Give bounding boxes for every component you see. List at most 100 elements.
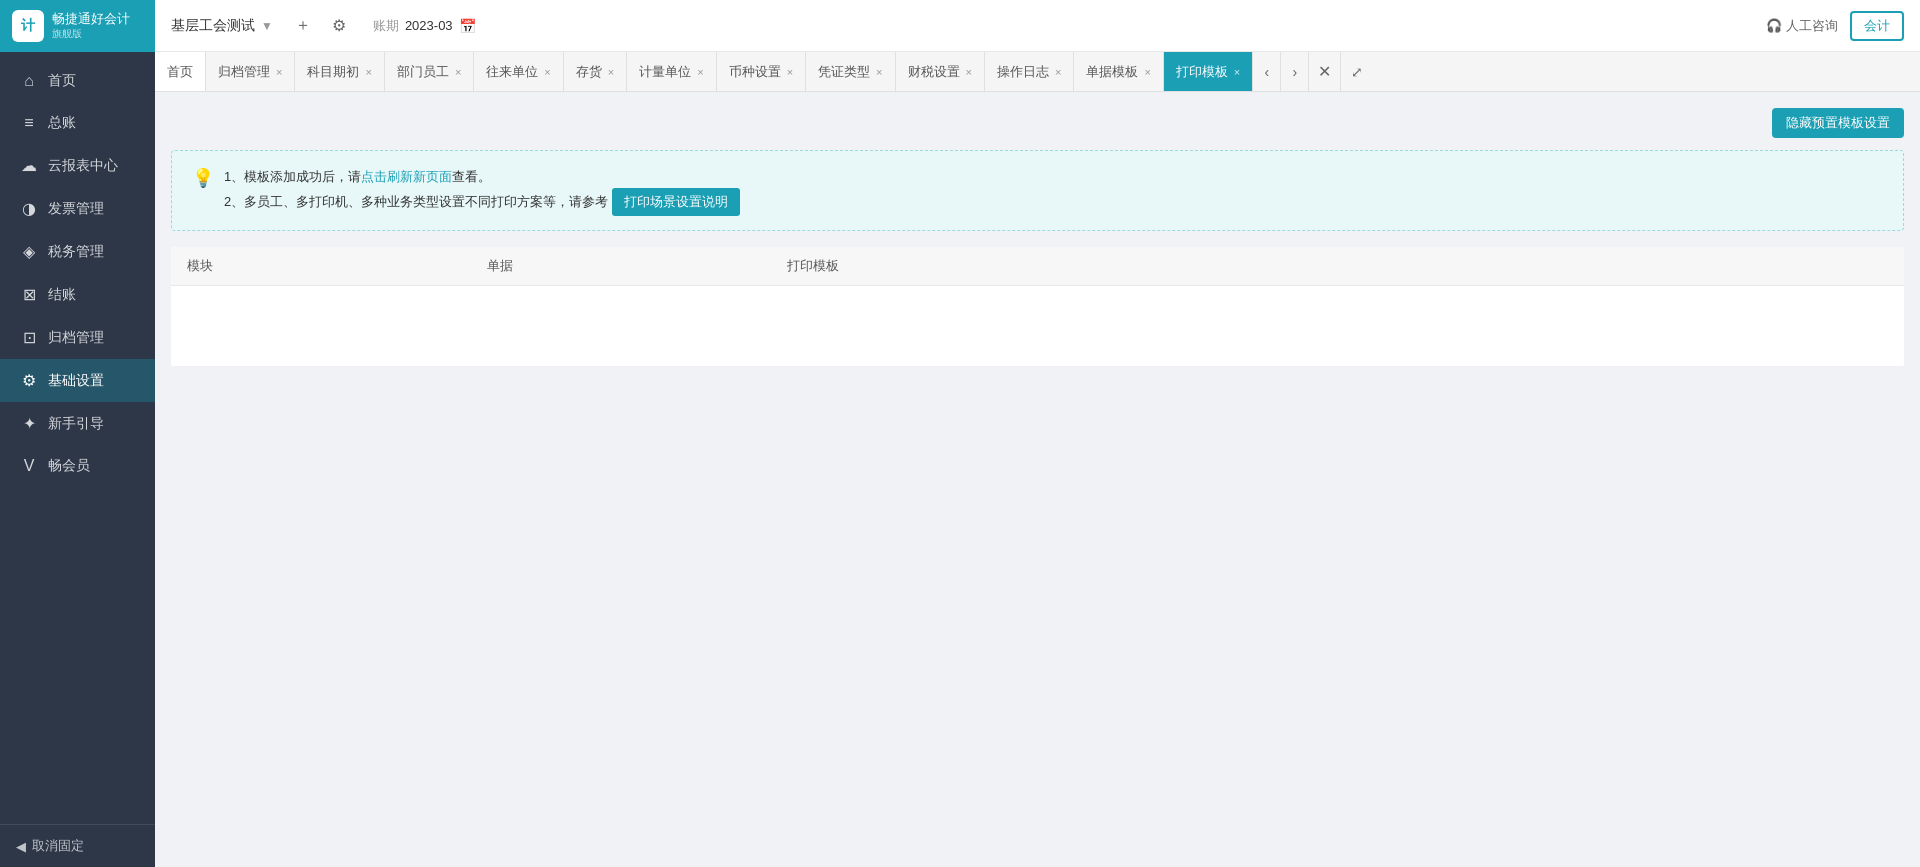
sidebar-item-ledger[interactable]: ≡ 总账 xyxy=(0,102,155,144)
tab-expand-button[interactable]: ⤢ xyxy=(1341,52,1373,92)
period-label: 账期 xyxy=(373,17,399,35)
info-line1-prefix: 1、模板添加成功后，请 xyxy=(224,169,361,184)
unpin-icon: ◀ xyxy=(16,839,26,854)
sidebar-label-ledger: 总账 xyxy=(48,114,76,132)
tab-next-button[interactable]: › xyxy=(1281,52,1309,92)
tab-label-home: 首页 xyxy=(167,63,193,81)
col-module: 模块 xyxy=(171,257,471,275)
period-display: 账期 2023-03 📅 xyxy=(373,17,476,35)
sidebar-item-archive[interactable]: ⊡ 归档管理 xyxy=(0,316,155,359)
tab-inventory[interactable]: 存货 × xyxy=(564,52,627,92)
period-value: 2023-03 xyxy=(405,18,453,33)
tab-close-print-tpl[interactable]: × xyxy=(1234,66,1240,78)
sidebar-nav: ⌂ 首页 ≡ 总账 ☁ 云报表中心 ◑ 发票管理 ◈税务管理⊠结账 ⊡ 归档管理 ⚙基础设置 ✦ 新手引导… xyxy=(0,52,155,824)
sidebar-item-report[interactable]: ☁ 云报表中心 xyxy=(0,144,155,187)
sidebar-unpin[interactable]: ◀ 取消固定 xyxy=(0,824,155,867)
tab-account-init[interactable]: 科目期初 × xyxy=(295,52,384,92)
sidebar-label-report: 云报表中心 xyxy=(48,157,118,175)
tab-label-tax-setting: 财税设置 xyxy=(908,63,960,81)
sidebar-item-home[interactable]: ⌂ 首页 xyxy=(0,60,155,102)
sidebar-item-member[interactable]: V畅会员 xyxy=(0,445,155,487)
bulb-icon: 💡 xyxy=(192,167,214,189)
sidebar-item-closing[interactable]: ⊠结账 xyxy=(0,273,155,316)
tab-label-unit: 计量单位 xyxy=(639,63,691,81)
tab-currency[interactable]: 币种设置 × xyxy=(717,52,806,92)
main-area: 基层工会测试 ▼ ＋ ⚙ 账期 2023-03 📅 🎧 人工咨询 会计 首页归档… xyxy=(155,0,1920,867)
refresh-link[interactable]: 点击刷新新页面 xyxy=(361,169,452,184)
tab-prev-button[interactable]: ‹ xyxy=(1253,52,1281,92)
tab-label-op-log: 操作日志 xyxy=(997,63,1049,81)
tab-close-archive[interactable]: × xyxy=(276,66,282,78)
tab-label-dept-staff: 部门员工 xyxy=(397,63,449,81)
tab-tax-setting[interactable]: 财税设置 × xyxy=(896,52,985,92)
guide-icon: ✦ xyxy=(20,414,38,433)
sidebar-item-invoice[interactable]: ◑ 发票管理 xyxy=(0,187,155,230)
print-scene-button[interactable]: 打印场景设置说明 xyxy=(612,188,740,215)
calendar-icon[interactable]: 📅 xyxy=(459,18,476,34)
tab-label-archive: 归档管理 xyxy=(218,63,270,81)
org-selector[interactable]: 基层工会测试 ▼ xyxy=(171,17,273,35)
basic-icon: ⚙ xyxy=(20,371,38,390)
tab-label-inventory: 存货 xyxy=(576,63,602,81)
tab-close-single-form[interactable]: × xyxy=(1144,66,1150,78)
unpin-label: 取消固定 xyxy=(32,837,84,855)
tab-single-form[interactable]: 单据模板 × xyxy=(1074,52,1163,92)
sidebar-label-guide: 新手引导 xyxy=(48,415,104,433)
tab-close-currency[interactable]: × xyxy=(787,66,793,78)
settings-button[interactable]: ⚙ xyxy=(325,12,353,40)
tab-close-op-log[interactable]: × xyxy=(1055,66,1061,78)
tab-label-contact: 往来单位 xyxy=(486,63,538,81)
table-header: 模块 单据 打印模板 xyxy=(171,247,1904,286)
sidebar-label-invoice: 发票管理 xyxy=(48,200,104,218)
topbar-actions: ＋ ⚙ xyxy=(289,12,353,40)
tab-label-single-form: 单据模板 xyxy=(1086,63,1138,81)
report-icon: ☁ xyxy=(20,156,38,175)
tab-print-tpl[interactable]: 打印模板 × xyxy=(1164,52,1253,92)
tab-unit[interactable]: 计量单位 × xyxy=(627,52,716,92)
sidebar-item-guide[interactable]: ✦ 新手引导 xyxy=(0,402,155,445)
sidebar-item-basic[interactable]: ⚙基础设置 xyxy=(0,359,155,402)
info-box: 💡 1、模板添加成功后，请点击刷新新页面查看。 2、多员工、多打印机、多种业务类… xyxy=(171,150,1904,231)
org-name: 基层工会测试 xyxy=(171,17,255,35)
tab-close-unit[interactable]: × xyxy=(697,66,703,78)
tab-close-account-init[interactable]: × xyxy=(365,66,371,78)
invoice-icon: ◑ xyxy=(20,199,38,218)
sidebar-label-archive: 归档管理 xyxy=(48,329,104,347)
tab-label-account-init: 科目期初 xyxy=(307,63,359,81)
tab-op-log[interactable]: 操作日志 × xyxy=(985,52,1074,92)
logo-icon: 计 xyxy=(12,10,44,42)
tax-icon: ◈ xyxy=(20,242,38,261)
tab-close-contact[interactable]: × xyxy=(544,66,550,78)
sidebar: 计 畅捷通好会计 旗舰版 ⌂ 首页 ≡ 总账 ☁ 云报表中心 ◑ 发票管理 ◈税务管理⊠结账 ⊡ 归… xyxy=(0,0,155,867)
logo-sub: 旗舰版 xyxy=(52,27,130,41)
logo-main: 畅捷通好会计 xyxy=(52,11,130,28)
topbar: 基层工会测试 ▼ ＋ ⚙ 账期 2023-03 📅 🎧 人工咨询 会计 xyxy=(155,0,1920,52)
tab-archive[interactable]: 归档管理 × xyxy=(206,52,295,92)
tab-label-currency: 币种设置 xyxy=(729,63,781,81)
tab-contact[interactable]: 往来单位 × xyxy=(474,52,563,92)
info-text: 1、模板添加成功后，请点击刷新新页面查看。 2、多员工、多打印机、多种业务类型设… xyxy=(224,165,740,216)
tab-close-inventory[interactable]: × xyxy=(608,66,614,78)
tab-label-voucher-type: 凭证类型 xyxy=(818,63,870,81)
kuaiji-button[interactable]: 会计 xyxy=(1850,11,1904,41)
support-label: 人工咨询 xyxy=(1786,17,1838,35)
hide-template-button[interactable]: 隐藏预置模板设置 xyxy=(1772,108,1904,138)
org-chevron-icon: ▼ xyxy=(261,19,273,33)
add-tab-button[interactable]: ＋ xyxy=(289,12,317,40)
tab-close-dept-staff[interactable]: × xyxy=(455,66,461,78)
tab-home[interactable]: 首页 xyxy=(155,52,206,92)
table-body xyxy=(171,286,1904,366)
tab-dept-staff[interactable]: 部门员工 × xyxy=(385,52,474,92)
tab-close-all-button[interactable]: ✕ xyxy=(1309,52,1341,92)
tab-close-tax-setting[interactable]: × xyxy=(966,66,972,78)
tab-voucher-type[interactable]: 凭证类型 × xyxy=(806,52,895,92)
print-template-table: 模块 单据 打印模板 xyxy=(171,247,1904,366)
tab-label-print-tpl: 打印模板 xyxy=(1176,63,1228,81)
archive-icon: ⊡ xyxy=(20,328,38,347)
sidebar-item-tax[interactable]: ◈税务管理 xyxy=(0,230,155,273)
sidebar-label-home: 首页 xyxy=(48,72,76,90)
home-icon: ⌂ xyxy=(20,72,38,90)
support-button[interactable]: 🎧 人工咨询 xyxy=(1766,17,1838,35)
ledger-icon: ≡ xyxy=(20,114,38,132)
tab-close-voucher-type[interactable]: × xyxy=(876,66,882,78)
